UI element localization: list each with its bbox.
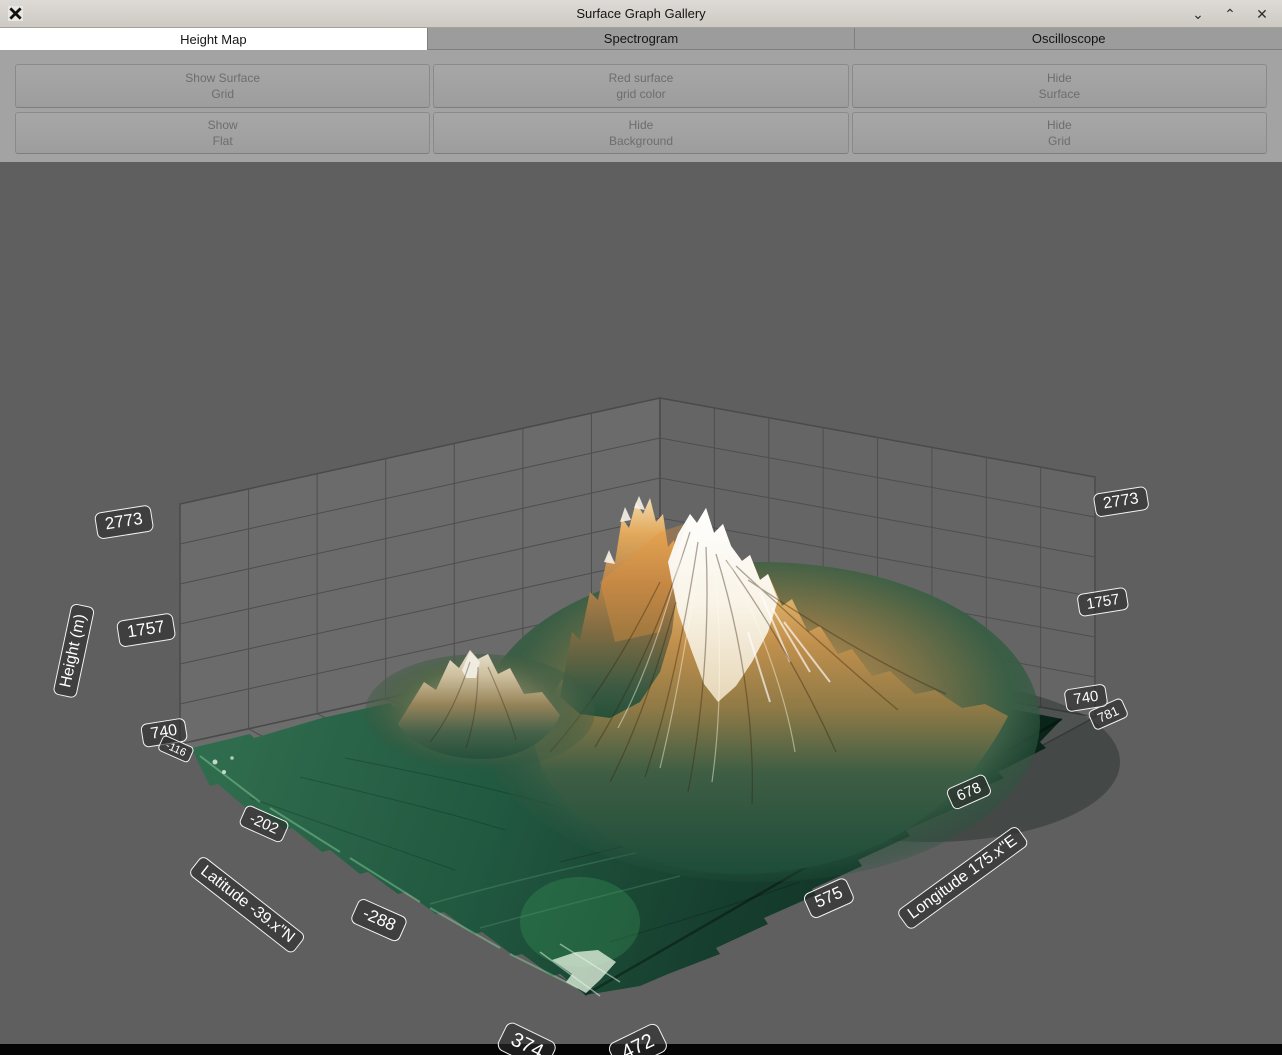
title-bar[interactable]: Surface Graph Gallery ⌄ ⌃ ✕ (0, 0, 1282, 28)
tab-height-map[interactable]: Height Map (0, 28, 428, 50)
show-flat-button[interactable]: Show Flat (15, 112, 430, 154)
toolbar: Show Surface Grid Red surface grid color… (0, 50, 1282, 162)
tab-oscilloscope[interactable]: Oscilloscope (855, 28, 1282, 50)
hide-grid-button[interactable]: Hide Grid (852, 112, 1267, 154)
window-controls: ⌄ ⌃ ✕ (1190, 7, 1282, 21)
tab-spectrogram[interactable]: Spectrogram (428, 28, 856, 50)
tab-bar: Height Map Spectrogram Oscilloscope (0, 28, 1282, 50)
show-surface-grid-button[interactable]: Show Surface Grid (15, 64, 430, 108)
app-icon (7, 6, 23, 22)
minimize-icon[interactable]: ⌄ (1190, 7, 1206, 21)
plot-area: 27731757740-116-202-28837478167857547227… (0, 162, 1282, 1055)
hide-background-button[interactable]: Hide Background (433, 112, 848, 154)
red-surface-grid-color-button[interactable]: Red surface grid color (433, 64, 848, 108)
surface-3d-plot[interactable] (0, 162, 1282, 1055)
window-title: Surface Graph Gallery (0, 6, 1282, 21)
maximize-icon[interactable]: ⌃ (1222, 7, 1238, 21)
close-icon[interactable]: ✕ (1254, 7, 1270, 21)
hide-surface-button[interactable]: Hide Surface (852, 64, 1267, 108)
bottom-black-bar (0, 1044, 1282, 1055)
